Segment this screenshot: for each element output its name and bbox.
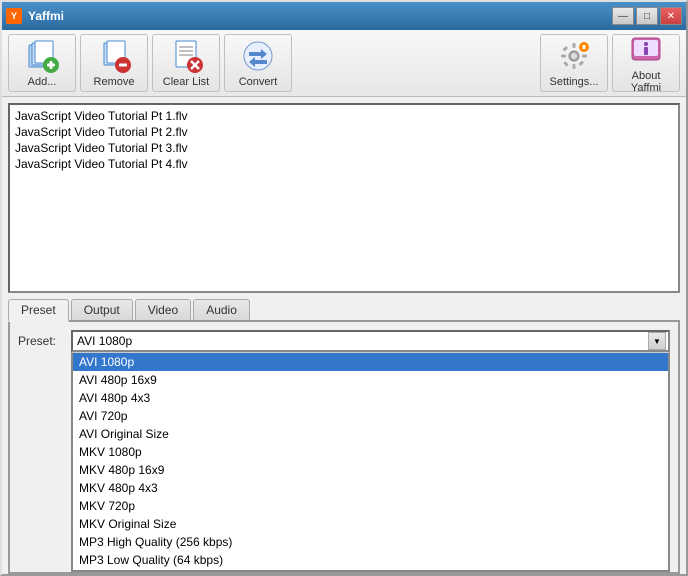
add-button[interactable]: Add... (8, 34, 76, 92)
minimize-button[interactable]: — (612, 7, 634, 25)
tab-content: Preset: AVI 1080p ▼ AVI 1080pAVI 480p 16… (8, 322, 680, 574)
dropdown-item[interactable]: MKV 480p 16x9 (73, 461, 668, 479)
about-button[interactable]: About Yaffmi (612, 34, 680, 92)
dropdown-arrow[interactable]: ▼ (648, 332, 666, 350)
clear-list-label: Clear List (163, 76, 209, 88)
title-bar: Y Yaffmi — □ ✕ (2, 2, 686, 30)
list-item[interactable]: JavaScript Video Tutorial Pt 4.flv (13, 156, 675, 172)
tabs-container: PresetOutputVideoAudio Preset: AVI 1080p… (8, 299, 680, 574)
remove-icon (97, 39, 131, 73)
toolbar: Add... Remove (2, 30, 686, 97)
dropdown-item[interactable]: MP3 Maximum Quality (320 kbps) (73, 569, 668, 572)
dropdown-item[interactable]: AVI 480p 4x3 (73, 389, 668, 407)
tab-output[interactable]: Output (71, 299, 133, 320)
dropdown-item[interactable]: MKV 480p 4x3 (73, 479, 668, 497)
clear-list-icon (169, 39, 203, 73)
list-item[interactable]: JavaScript Video Tutorial Pt 2.flv (13, 124, 675, 140)
settings-button[interactable]: Settings... (540, 34, 608, 92)
tab-bar: PresetOutputVideoAudio (8, 299, 680, 322)
file-list[interactable]: JavaScript Video Tutorial Pt 1.flvJavaSc… (8, 103, 680, 293)
dropdown-item[interactable]: MKV 1080p (73, 443, 668, 461)
tab-audio[interactable]: Audio (193, 299, 250, 320)
title-controls: — □ ✕ (612, 7, 682, 25)
about-label: About Yaffmi (617, 70, 675, 94)
preset-select-display[interactable]: AVI 1080p ▼ (71, 330, 670, 352)
app-icon: Y (6, 8, 22, 24)
dropdown-item[interactable]: AVI 1080p (73, 353, 668, 371)
clear-list-button[interactable]: Clear List (152, 34, 220, 92)
preset-label: Preset: (18, 334, 63, 348)
dropdown-item[interactable]: AVI Original Size (73, 425, 668, 443)
dropdown-item[interactable]: MKV Original Size (73, 515, 668, 533)
about-icon (629, 33, 663, 67)
remove-button[interactable]: Remove (80, 34, 148, 92)
settings-label: Settings... (550, 76, 599, 88)
title-bar-left: Y Yaffmi (6, 8, 64, 24)
dropdown-item[interactable]: AVI 720p (73, 407, 668, 425)
dropdown-item[interactable]: AVI 480p 16x9 (73, 371, 668, 389)
dropdown-item[interactable]: MKV 720p (73, 497, 668, 515)
add-label: Add... (28, 76, 57, 88)
tab-preset[interactable]: Preset (8, 299, 69, 322)
close-button[interactable]: ✕ (660, 7, 682, 25)
convert-icon (241, 39, 275, 73)
dropdown-item[interactable]: MP3 High Quality (256 kbps) (73, 533, 668, 551)
list-item[interactable]: JavaScript Video Tutorial Pt 3.flv (13, 140, 675, 156)
preset-select-wrapper: AVI 1080p ▼ AVI 1080pAVI 480p 16x9AVI 48… (71, 330, 670, 352)
dropdown-item[interactable]: MP3 Low Quality (64 kbps) (73, 551, 668, 569)
add-icon (25, 39, 59, 73)
main-window: Y Yaffmi — □ ✕ (0, 0, 688, 576)
settings-icon (557, 39, 591, 73)
preset-row: Preset: AVI 1080p ▼ AVI 1080pAVI 480p 16… (18, 330, 670, 352)
preset-dropdown-list[interactable]: AVI 1080pAVI 480p 16x9AVI 480p 4x3AVI 72… (71, 352, 670, 572)
tab-video[interactable]: Video (135, 299, 191, 320)
remove-label: Remove (94, 76, 135, 88)
preset-selected-value: AVI 1080p (77, 334, 132, 348)
maximize-button[interactable]: □ (636, 7, 658, 25)
convert-button[interactable]: Convert (224, 34, 292, 92)
window-title: Yaffmi (28, 9, 64, 23)
convert-label: Convert (239, 76, 278, 88)
list-item[interactable]: JavaScript Video Tutorial Pt 1.flv (13, 108, 675, 124)
